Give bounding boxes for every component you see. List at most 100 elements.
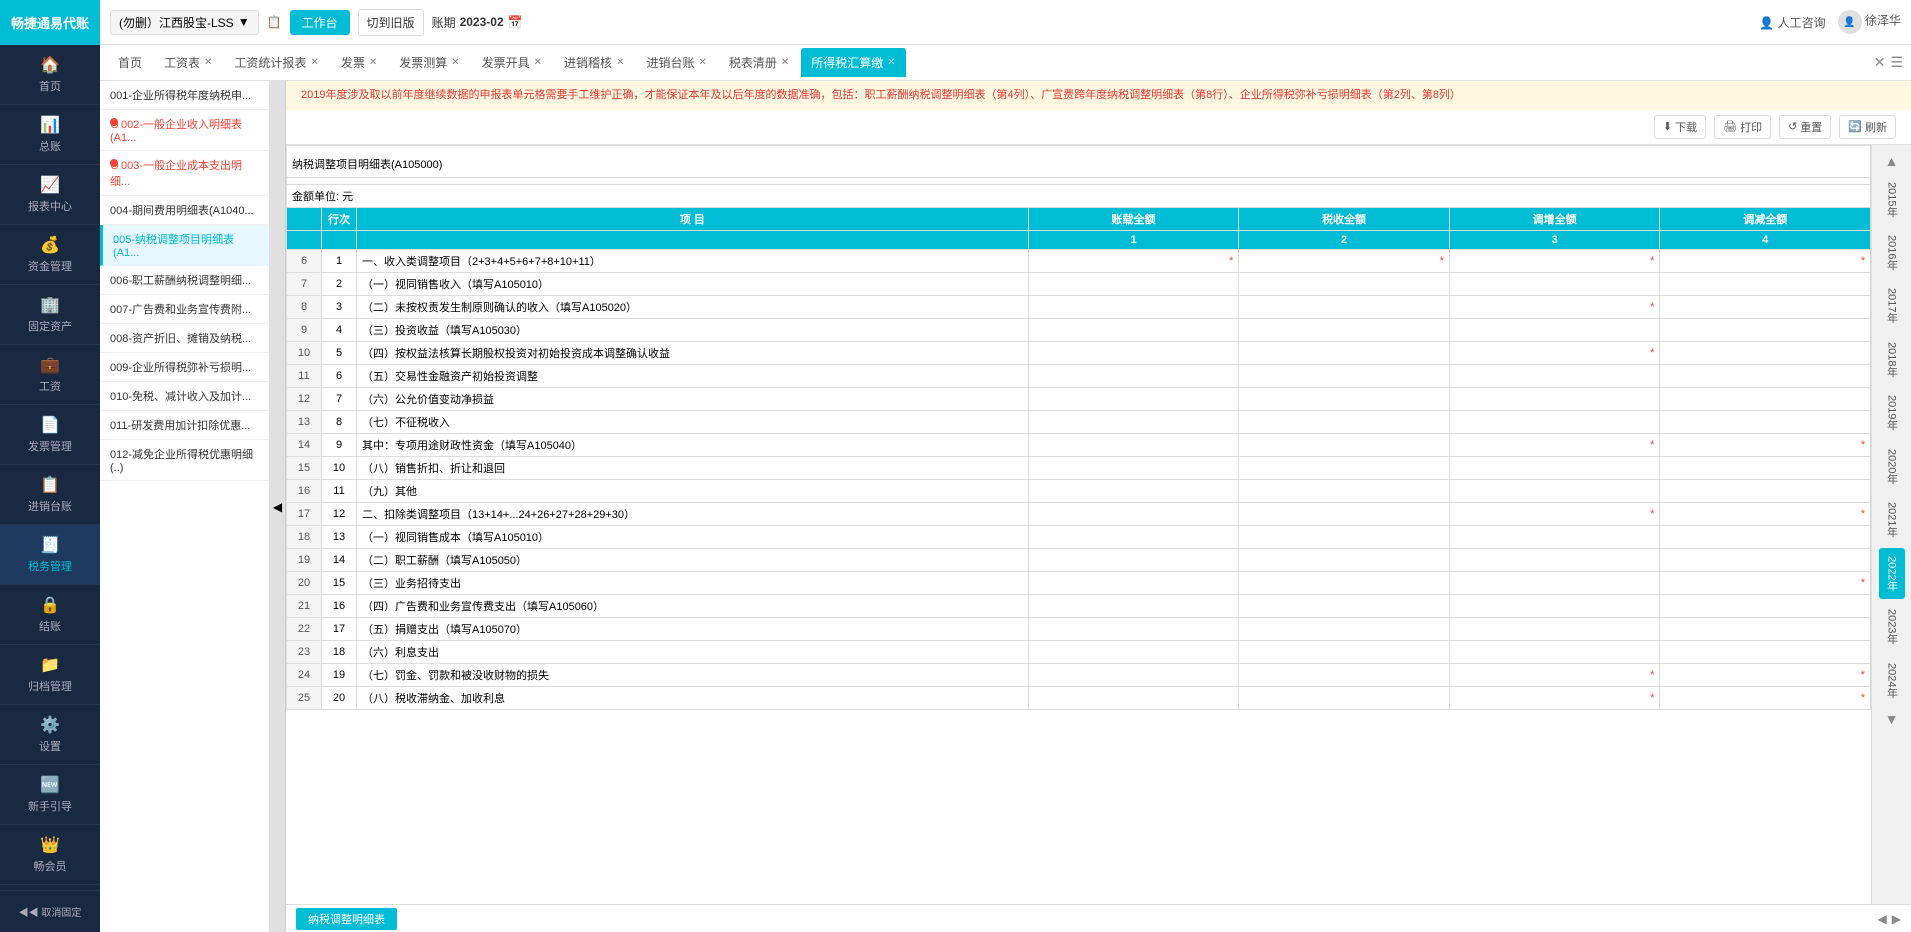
- unfix-sidebar-button[interactable]: ◀◀ 取消固定: [8, 899, 92, 924]
- cell-3-0[interactable]: [1028, 318, 1239, 341]
- cell-10-2[interactable]: [1449, 479, 1660, 502]
- tab-close-8[interactable]: ✕: [781, 57, 789, 68]
- scroll-left-icon[interactable]: ◀: [1878, 912, 1887, 926]
- cell-2-1[interactable]: [1239, 295, 1450, 318]
- sidebar-item-sales[interactable]: 📋进销台账: [0, 465, 100, 525]
- cell-19-3[interactable]: *: [1660, 686, 1871, 709]
- cell-9-3[interactable]: [1660, 456, 1871, 479]
- cell-5-0[interactable]: [1028, 364, 1239, 387]
- cell-10-1[interactable]: [1239, 479, 1450, 502]
- refresh-button[interactable]: 🔄 刷新: [1839, 115, 1896, 139]
- cell-0-0[interactable]: *: [1028, 249, 1239, 272]
- cell-5-3[interactable]: [1660, 364, 1871, 387]
- item-name-16[interactable]: （五）捐赠支出（填写A105070）: [357, 617, 1029, 640]
- year-item-3[interactable]: 2018年: [1879, 334, 1905, 385]
- item-name-13[interactable]: （二）职工薪酬（填写A105050）: [357, 548, 1029, 571]
- sidebar-item-member[interactable]: 👑畅会员: [0, 825, 100, 885]
- tab-3[interactable]: 发票✕: [331, 48, 387, 77]
- tab-close-3[interactable]: ✕: [369, 57, 377, 68]
- cell-2-2[interactable]: *: [1449, 295, 1660, 318]
- item-name-9[interactable]: （八）销售折扣、折让和退回: [357, 456, 1029, 479]
- item-name-5[interactable]: （五）交易性金融资产初始投资调整: [357, 364, 1029, 387]
- sidebar-item-archive[interactable]: 📁归档管理: [0, 645, 100, 705]
- avatar[interactable]: 👤 徐泽华: [1838, 10, 1901, 34]
- item-name-4[interactable]: （四）按权益法核算长期股权投资对初始投资成本调整确认收益: [357, 341, 1029, 364]
- form-list-item-6[interactable]: 007-广告费和业务宣传费附...: [100, 295, 269, 324]
- cell-9-0[interactable]: [1028, 456, 1239, 479]
- cell-16-0[interactable]: [1028, 617, 1239, 640]
- form-list-item-5[interactable]: 006-职工薪酬纳税调整明细...: [100, 266, 269, 295]
- cell-7-2[interactable]: [1449, 410, 1660, 433]
- cell-18-3[interactable]: *: [1660, 663, 1871, 686]
- sidebar-item-capital[interactable]: 💰资金管理: [0, 225, 100, 285]
- cell-0-2[interactable]: *: [1449, 249, 1660, 272]
- sidebar-item-salary[interactable]: 💼工资: [0, 345, 100, 405]
- cell-13-0[interactable]: [1028, 548, 1239, 571]
- calendar-icon[interactable]: 📅: [508, 15, 523, 29]
- tab-6[interactable]: 进销稽核✕: [554, 48, 634, 77]
- cell-14-3[interactable]: *: [1660, 571, 1871, 594]
- year-item-8[interactable]: 2023年: [1879, 601, 1905, 652]
- cell-3-2[interactable]: [1449, 318, 1660, 341]
- cell-19-2[interactable]: *: [1449, 686, 1660, 709]
- cell-18-0[interactable]: [1028, 663, 1239, 686]
- item-name-10[interactable]: （九）其他: [357, 479, 1029, 502]
- service-button[interactable]: 👤 人工咨询: [1759, 14, 1825, 31]
- sheet-wrapper[interactable]: 纳税调整项目明细表(A105000)金额单位: 元行次项 目账载全额税收全额调增…: [286, 145, 1871, 905]
- tab-close-2[interactable]: ✕: [310, 57, 318, 68]
- sidebar-item-report[interactable]: 📈报表中心: [0, 165, 100, 225]
- cell-0-3[interactable]: *: [1660, 249, 1871, 272]
- cell-12-0[interactable]: [1028, 525, 1239, 548]
- tab-5[interactable]: 发票开具✕: [472, 48, 552, 77]
- cell-7-0[interactable]: [1028, 410, 1239, 433]
- item-name-15[interactable]: （四）广告费和业务宣传费支出（填写A105060）: [357, 594, 1029, 617]
- form-list-item-2[interactable]: ⊘ 003-一般企业成本支出明细...: [100, 151, 269, 196]
- cell-6-2[interactable]: [1449, 387, 1660, 410]
- cell-10-3[interactable]: [1660, 479, 1871, 502]
- cell-6-0[interactable]: [1028, 387, 1239, 410]
- item-name-7[interactable]: （七）不征税收入: [357, 410, 1029, 433]
- year-item-0[interactable]: 2015年: [1879, 174, 1905, 225]
- form-list-item-9[interactable]: 010-免税、减计收入及加计...: [100, 382, 269, 411]
- cell-14-0[interactable]: [1028, 571, 1239, 594]
- item-name-19[interactable]: （八）税收滞纳金、加收利息: [357, 686, 1029, 709]
- cell-18-2[interactable]: *: [1449, 663, 1660, 686]
- form-list-item-7[interactable]: 008-资产折旧、摊销及纳税...: [100, 324, 269, 353]
- cell-9-1[interactable]: [1239, 456, 1450, 479]
- item-name-18[interactable]: （七）罚金、罚款和被没收财物的损失: [357, 663, 1029, 686]
- sidebar-item-tax[interactable]: 🧾税务管理: [0, 525, 100, 585]
- form-list-item-0[interactable]: 001-企业所得税年度纳税申...: [100, 81, 269, 110]
- item-name-11[interactable]: 二、扣除类调整项目（13+14+...24+26+27+28+29+30）: [357, 502, 1029, 525]
- cell-13-3[interactable]: [1660, 548, 1871, 571]
- cell-14-2[interactable]: [1449, 571, 1660, 594]
- tab-8[interactable]: 税表清册✕: [719, 48, 799, 77]
- cell-6-3[interactable]: [1660, 387, 1871, 410]
- cell-15-0[interactable]: [1028, 594, 1239, 617]
- form-list-item-11[interactable]: 012-减免企业所得税优惠明细(..): [100, 440, 269, 481]
- cell-4-0[interactable]: [1028, 341, 1239, 364]
- cell-3-3[interactable]: [1660, 318, 1871, 341]
- cell-19-0[interactable]: [1028, 686, 1239, 709]
- year-item-5[interactable]: 2020年: [1879, 441, 1905, 492]
- cell-15-2[interactable]: [1449, 594, 1660, 617]
- cell-9-2[interactable]: [1449, 456, 1660, 479]
- cell-8-2[interactable]: *: [1449, 433, 1660, 456]
- cell-16-2[interactable]: [1449, 617, 1660, 640]
- copy-icon[interactable]: 📋: [267, 15, 282, 29]
- cell-17-3[interactable]: [1660, 640, 1871, 663]
- tab-close-1[interactable]: ✕: [204, 57, 212, 68]
- company-selector[interactable]: (勿删）江西股宝-LSS ▼: [110, 10, 259, 35]
- cell-7-1[interactable]: [1239, 410, 1450, 433]
- tab-close-7[interactable]: ✕: [698, 57, 706, 68]
- sidebar-item-ledger[interactable]: 📊总账: [0, 105, 100, 165]
- cell-11-0[interactable]: [1028, 502, 1239, 525]
- cell-4-2[interactable]: *: [1449, 341, 1660, 364]
- year-item-9[interactable]: 2024年: [1879, 655, 1905, 706]
- cell-8-1[interactable]: [1239, 433, 1450, 456]
- form-list-item-10[interactable]: 011-研发费用加计扣除优惠...: [100, 411, 269, 440]
- tab-9[interactable]: 所得税汇算缴✕: [801, 48, 905, 77]
- item-name-6[interactable]: （六）公允价值变动净损益: [357, 387, 1029, 410]
- form-list-item-3[interactable]: 004-期间费用明细表(A1040...: [100, 196, 269, 225]
- cell-13-2[interactable]: [1449, 548, 1660, 571]
- year-scroll-up[interactable]: ▲: [1882, 150, 1902, 172]
